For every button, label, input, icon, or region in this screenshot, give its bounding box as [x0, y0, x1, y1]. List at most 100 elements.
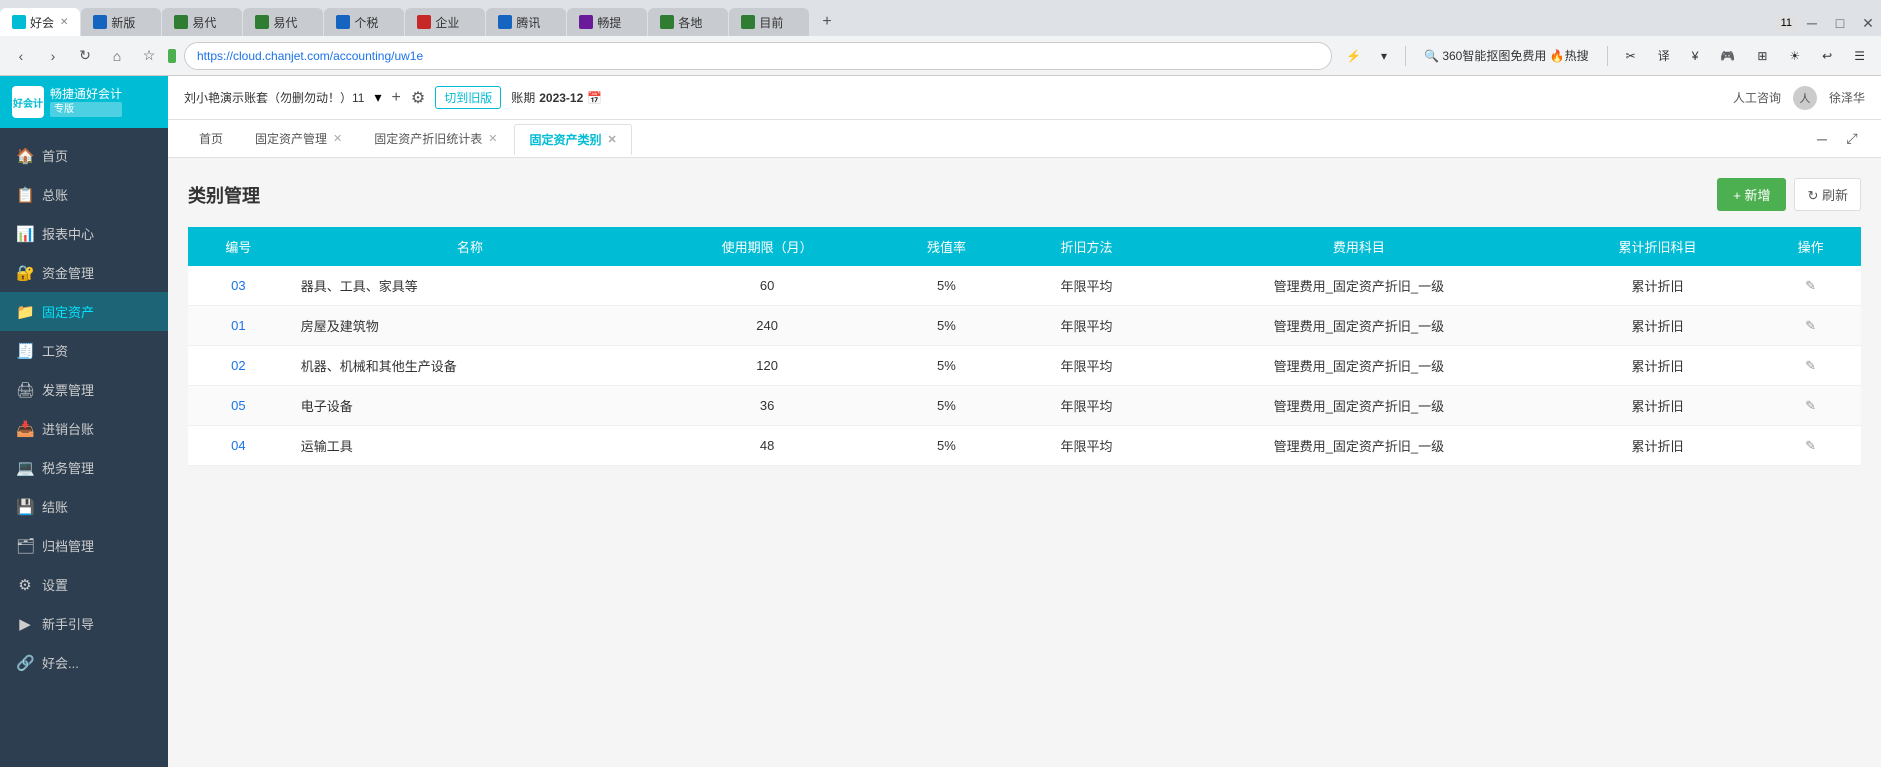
refresh-table-button[interactable]: ↻ 刷新 [1794, 178, 1861, 211]
browser-tab-6[interactable]: 个税 [324, 8, 404, 36]
sidebar-item-reports[interactable]: 📊 报表中心 [0, 214, 168, 253]
cell-action[interactable]: ✎ [1760, 386, 1861, 426]
tab-category-close[interactable]: ✕ [608, 133, 617, 146]
forward-button[interactable]: › [40, 43, 66, 69]
edit-icon[interactable]: ✎ [1805, 318, 1816, 333]
tab-favicon-9 [579, 15, 593, 29]
sidebar-item-inventory[interactable]: 📥 进销台账 [0, 409, 168, 448]
settings-icon: ⚙ [16, 576, 34, 594]
edit-icon[interactable]: ✎ [1805, 278, 1816, 293]
browser-tab-9[interactable]: 畅提 [567, 8, 647, 36]
switch-version-button[interactable]: 切到旧版 [435, 86, 501, 109]
sidebar-item-archive[interactable]: 🗂 归档管理 [0, 526, 168, 565]
cell-action[interactable]: ✎ [1760, 426, 1861, 466]
tab-depreciation[interactable]: 固定资产折旧统计表 ✕ [359, 123, 512, 154]
bookmark-button[interactable]: ☆ [136, 43, 162, 69]
add-company-button[interactable]: + [392, 89, 401, 107]
search-button[interactable]: 🔍 360智能抠图免费用 🔥热搜 [1416, 44, 1597, 67]
browser-tab-8[interactable]: 腾讯 [486, 8, 566, 36]
wallet-button[interactable]: ¥ [1684, 46, 1707, 66]
browser-tab-bar: 好会 ✕ 新版 易代 易代 个税 企业 腾讯 畅提 [0, 0, 1881, 36]
tab-close-icon[interactable]: ✕ [60, 17, 68, 28]
back-button[interactable]: ‹ [8, 43, 34, 69]
sidebar-item-payroll-label: 工资 [42, 341, 68, 360]
add-category-button[interactable]: + 新增 [1717, 178, 1786, 211]
period-label: 账期 2023-12 📅 [511, 89, 602, 106]
tab-favicon-8 [498, 15, 512, 29]
sidebar-nav: 🏠 首页 📋 总账 📊 报表中心 🔐 资金管理 📁 固定资产 🧾 工资 [0, 128, 168, 767]
close-button[interactable]: ✕ [1855, 10, 1881, 36]
user-avatar: 人 [1793, 86, 1817, 110]
sidebar-item-guide[interactable]: ▶ 新手引导 [0, 604, 168, 643]
maximize-button[interactable]: □ [1827, 10, 1853, 36]
sidebar-item-more[interactable]: 🔗 好会... [0, 643, 168, 682]
brightness-button[interactable]: ☀ [1781, 46, 1808, 66]
cell-accumulated: 累计折旧 [1555, 386, 1760, 426]
browser-tab-active[interactable]: 好会 ✕ [0, 8, 80, 36]
calendar-icon[interactable]: 📅 [587, 91, 602, 105]
sidebar-item-home[interactable]: 🏠 首页 [0, 136, 168, 175]
user-name: 徐泽华 [1829, 89, 1865, 106]
undo-button[interactable]: ↩ [1814, 46, 1840, 66]
sidebar-item-tax[interactable]: 💻 税务管理 [0, 448, 168, 487]
edit-icon[interactable]: ✎ [1805, 398, 1816, 413]
tab-label: 好会 [30, 14, 54, 31]
app-settings-button[interactable]: ⚙ [411, 88, 425, 108]
cell-expense: 管理费用_固定资产折旧_一级 [1163, 386, 1555, 426]
table-head: 编号 名称 使用期限（月） 残值率 折旧方法 费用科目 累计折旧科目 操作 [188, 227, 1861, 266]
col-code: 编号 [188, 227, 289, 266]
cell-method: 年限平均 [1010, 386, 1163, 426]
sidebar-item-invoice[interactable]: 🖨 发票管理 [0, 370, 168, 409]
tab-depreciation-close[interactable]: ✕ [488, 132, 497, 145]
browser-tab-2[interactable]: 新版 [81, 8, 161, 36]
minimize-tab-button[interactable]: ─ [1809, 126, 1835, 152]
sidebar-item-guide-label: 新手引导 [42, 614, 94, 633]
tab-category[interactable]: 固定资产类别 ✕ [514, 124, 631, 155]
home-browser-button[interactable]: ⌂ [104, 43, 130, 69]
expand-tab-button[interactable]: ⤢ [1839, 126, 1865, 152]
support-button[interactable]: 人工咨询 [1733, 89, 1781, 106]
dropdown-button[interactable]: ▾ [1373, 46, 1395, 66]
browser-tab-3[interactable]: 易代 [162, 8, 242, 36]
sidebar-item-payroll[interactable]: 🧾 工资 [0, 331, 168, 370]
sidebar-item-tax-label: 税务管理 [42, 458, 94, 477]
address-input[interactable] [184, 42, 1332, 70]
new-tab-button[interactable]: + [810, 8, 843, 36]
user-dropdown-button[interactable]: ▾ [374, 89, 381, 106]
refresh-browser-button[interactable]: ↻ [72, 43, 98, 69]
edit-icon[interactable]: ✎ [1805, 358, 1816, 373]
logo-text: 畅捷通好会计 专版 [50, 87, 122, 118]
sidebar-item-funds[interactable]: 🔐 资金管理 [0, 253, 168, 292]
sidebar: 好会计 畅捷通好会计 专版 🏠 首页 📋 总账 📊 报表中心 🔐 资金管理 [0, 76, 168, 767]
cell-action[interactable]: ✎ [1760, 306, 1861, 346]
cell-action[interactable]: ✎ [1760, 346, 1861, 386]
cell-accumulated: 累计折旧 [1555, 346, 1760, 386]
home-icon: 🏠 [16, 147, 34, 165]
sidebar-item-more-label: 好会... [42, 653, 79, 672]
tab-fixed-assets-mgmt[interactable]: 固定资产管理 ✕ [240, 123, 357, 154]
sidebar-item-ledger[interactable]: 📋 总账 [0, 175, 168, 214]
browser-tab-11[interactable]: 目前 [729, 8, 809, 36]
cell-action[interactable]: ✎ [1760, 266, 1861, 306]
sidebar-item-closing[interactable]: 💾 结账 [0, 487, 168, 526]
browser-tab-7[interactable]: 企业 [405, 8, 485, 36]
scissors-button[interactable]: ✂ [1618, 46, 1644, 66]
browser-tab-4[interactable]: 易代 [243, 8, 323, 36]
tab-home[interactable]: 首页 [184, 123, 238, 154]
sidebar-item-fixed-assets[interactable]: 📁 固定资产 [0, 292, 168, 331]
edit-icon[interactable]: ✎ [1805, 438, 1816, 453]
tab-fixed-assets-mgmt-close[interactable]: ✕ [333, 132, 342, 145]
translate-button[interactable]: 译 [1650, 44, 1678, 67]
game-button[interactable]: 🎮 [1712, 46, 1743, 66]
sidebar-item-fixed-assets-label: 固定资产 [42, 302, 94, 321]
cell-residual: 5% [883, 346, 1010, 386]
table-row: 04 运输工具 48 5% 年限平均 管理费用_固定资产折旧_一级 累计折旧 ✎ [188, 426, 1861, 466]
extension-button[interactable]: ⚡ [1338, 46, 1369, 66]
sidebar-item-funds-label: 资金管理 [42, 263, 94, 282]
grid-button[interactable]: ⊞ [1749, 46, 1775, 66]
header-actions: + 新增 ↻ 刷新 [1717, 178, 1861, 211]
browser-tab-10[interactable]: 各地 [648, 8, 728, 36]
menu-button[interactable]: ☰ [1846, 46, 1873, 66]
sidebar-item-settings[interactable]: ⚙ 设置 [0, 565, 168, 604]
minimize-button[interactable]: ─ [1799, 10, 1825, 36]
